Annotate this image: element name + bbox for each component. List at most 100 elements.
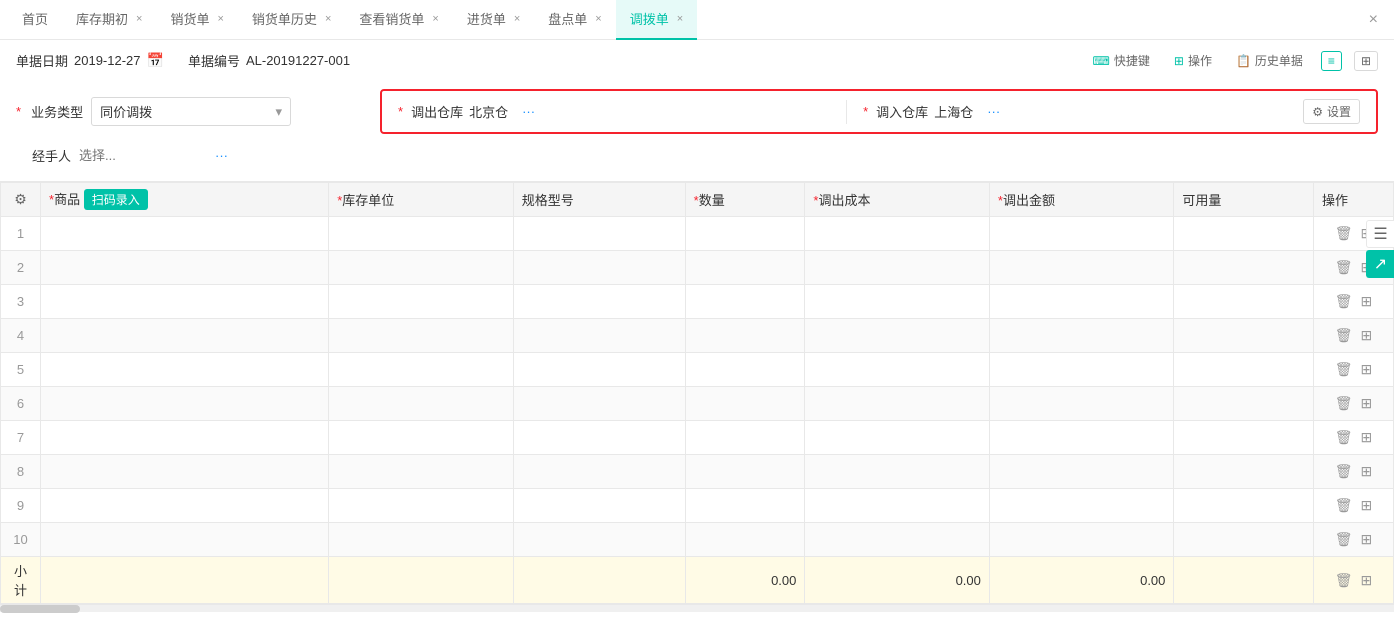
tab-close-icon[interactable]: × xyxy=(677,13,683,25)
qty-cell xyxy=(685,353,805,387)
delete-icon[interactable]: 🗑 xyxy=(1335,225,1353,242)
tab-close-icon[interactable]: × xyxy=(217,13,223,25)
biz-type-dropdown[interactable]: 同价调拨 ▾ xyxy=(91,97,291,126)
warehouse-settings-button[interactable]: ⚙ 设置 xyxy=(1303,99,1360,124)
tab-sales-history[interactable]: 销货单历史 × xyxy=(238,0,345,40)
tab-close-icon[interactable]: × xyxy=(136,13,142,25)
table-body: 1 🗑 ⊞ 2 🗑 xyxy=(1,217,1394,604)
operation-button[interactable]: ⊞ 操作 xyxy=(1168,50,1218,71)
history-button[interactable]: 📋 历史单据 xyxy=(1230,50,1309,71)
out-warehouse-value: 北京仓 xyxy=(469,102,508,121)
amount-cell xyxy=(989,523,1174,557)
available-cell xyxy=(1174,353,1314,387)
delete-icon[interactable]: 🗑 xyxy=(1335,429,1353,446)
delete-icon[interactable]: 🗑 xyxy=(1335,327,1353,344)
toolbar-right: ⌨ 快捷键 ⊞ 操作 📋 历史单据 ≡ ⊞ xyxy=(1087,50,1378,71)
row-number: 7 xyxy=(1,421,41,455)
tab-view-sales[interactable]: 查看销货单 × xyxy=(345,0,452,40)
tab-inventory[interactable]: 盘点单 × xyxy=(534,0,615,40)
table-view-button[interactable]: ⊞ xyxy=(1354,51,1378,71)
dropdown-arrow-icon: ▾ xyxy=(276,104,283,120)
copy-icon[interactable]: ⊞ xyxy=(1361,327,1373,344)
out-warehouse-more-button[interactable]: ··· xyxy=(522,104,535,119)
tab-close-icon[interactable]: × xyxy=(514,13,520,25)
action-cell: 🗑 ⊞ xyxy=(1314,455,1394,489)
required-star: * xyxy=(398,104,403,119)
cost-cell xyxy=(805,489,990,523)
tab-close-icon[interactable]: × xyxy=(595,13,601,25)
unit-cell xyxy=(329,319,514,353)
copy-icon[interactable]: ⊞ xyxy=(1361,497,1373,514)
unit-cell xyxy=(329,217,514,251)
table-container: ⚙ *商品 扫码录入 *库存单位 规格型号 *数量 *调出成本 *调出金额 xyxy=(0,181,1394,604)
table-row: 2 🗑 ⊞ xyxy=(1,251,1394,285)
form-area: * 业务类型 同价调拨 ▾ * 调出仓库 北京仓 ··· * 调入仓库 上海仓 … xyxy=(0,81,1394,181)
tab-label: 进货单 xyxy=(467,9,506,28)
tab-sales-order[interactable]: 销货单 × xyxy=(156,0,237,40)
tab-home[interactable]: 首页 xyxy=(8,0,62,40)
copy-icon[interactable]: ⊞ xyxy=(1361,531,1373,548)
right-sidebar: ☰ ↗ xyxy=(1366,220,1394,278)
table-row: 4 🗑 ⊞ xyxy=(1,319,1394,353)
available-cell xyxy=(1174,217,1314,251)
tab-close-icon[interactable]: × xyxy=(432,13,438,25)
tab-home-label: 首页 xyxy=(22,9,48,28)
horizontal-scrollbar[interactable] xyxy=(0,604,1394,612)
delete-icon[interactable]: 🗑 xyxy=(1335,497,1353,514)
cost-cell: 0.00 xyxy=(805,557,990,604)
delete-icon[interactable]: 🗑 xyxy=(1335,572,1353,589)
window-close-button[interactable]: × xyxy=(1361,11,1386,29)
action-cell: 🗑 ⊞ xyxy=(1314,319,1394,353)
copy-icon[interactable]: ⊞ xyxy=(1361,361,1373,378)
qty-cell: 0.00 xyxy=(685,557,805,604)
sidebar-list-button[interactable]: ☰ xyxy=(1366,220,1394,248)
doc-number-value: AL-20191227-001 xyxy=(246,53,350,68)
out-warehouse-field: * 调出仓库 北京仓 ··· xyxy=(398,102,830,121)
list-view-button[interactable]: ≡ xyxy=(1321,51,1342,71)
doc-date-value: 2019-12-27 xyxy=(74,53,141,68)
tab-close-icon[interactable]: × xyxy=(325,13,331,25)
qty-cell xyxy=(685,455,805,489)
shortcut-key-button[interactable]: ⌨ 快捷键 xyxy=(1087,50,1156,71)
cost-cell xyxy=(805,353,990,387)
in-warehouse-label: 调入仓库 xyxy=(876,102,928,121)
row-number: 2 xyxy=(1,251,41,285)
sidebar-expand-button[interactable]: ↗ xyxy=(1366,250,1394,278)
tab-inventory-init[interactable]: 库存期初 × xyxy=(62,0,156,40)
available-cell xyxy=(1174,557,1314,604)
amount-col-header: *调出金额 xyxy=(989,183,1174,217)
tab-transfer[interactable]: 调拨单 × xyxy=(616,0,697,40)
copy-icon[interactable]: ⊞ xyxy=(1361,429,1373,446)
delete-icon[interactable]: 🗑 xyxy=(1335,463,1353,480)
delete-icon[interactable]: 🗑 xyxy=(1335,395,1353,412)
delete-icon[interactable]: 🗑 xyxy=(1335,259,1353,276)
unit-cell xyxy=(329,523,514,557)
available-cell xyxy=(1174,285,1314,319)
operation-label: 操作 xyxy=(1188,52,1212,69)
copy-icon[interactable]: ⊞ xyxy=(1361,463,1373,480)
sidebar-expand-icon: ↗ xyxy=(1374,254,1387,274)
copy-icon[interactable]: ⊞ xyxy=(1361,395,1373,412)
scrollbar-thumb[interactable] xyxy=(0,605,80,613)
delete-icon[interactable]: 🗑 xyxy=(1335,531,1353,548)
copy-icon[interactable]: ⊞ xyxy=(1361,572,1373,589)
handler-more-button[interactable]: ··· xyxy=(215,148,228,163)
handler-input[interactable] xyxy=(79,148,199,163)
in-warehouse-more-button[interactable]: ··· xyxy=(987,104,1000,119)
settings-label: 设置 xyxy=(1327,103,1351,120)
delete-icon[interactable]: 🗑 xyxy=(1335,361,1353,378)
tab-purchase[interactable]: 进货单 × xyxy=(453,0,534,40)
column-settings-icon[interactable]: ⚙ xyxy=(14,191,27,207)
available-cell xyxy=(1174,523,1314,557)
row-number: 1 xyxy=(1,217,41,251)
copy-icon[interactable]: ⊞ xyxy=(1361,293,1373,310)
calendar-icon[interactable]: 📅 xyxy=(147,52,164,69)
cost-cell xyxy=(805,421,990,455)
table-view-icon: ⊞ xyxy=(1361,54,1371,68)
amount-cell xyxy=(989,387,1174,421)
delete-icon[interactable]: 🗑 xyxy=(1335,293,1353,310)
scan-button[interactable]: 扫码录入 xyxy=(84,189,148,210)
subtotal-label: 小计 xyxy=(14,564,27,598)
amount-cell xyxy=(989,421,1174,455)
qty-cell xyxy=(685,523,805,557)
